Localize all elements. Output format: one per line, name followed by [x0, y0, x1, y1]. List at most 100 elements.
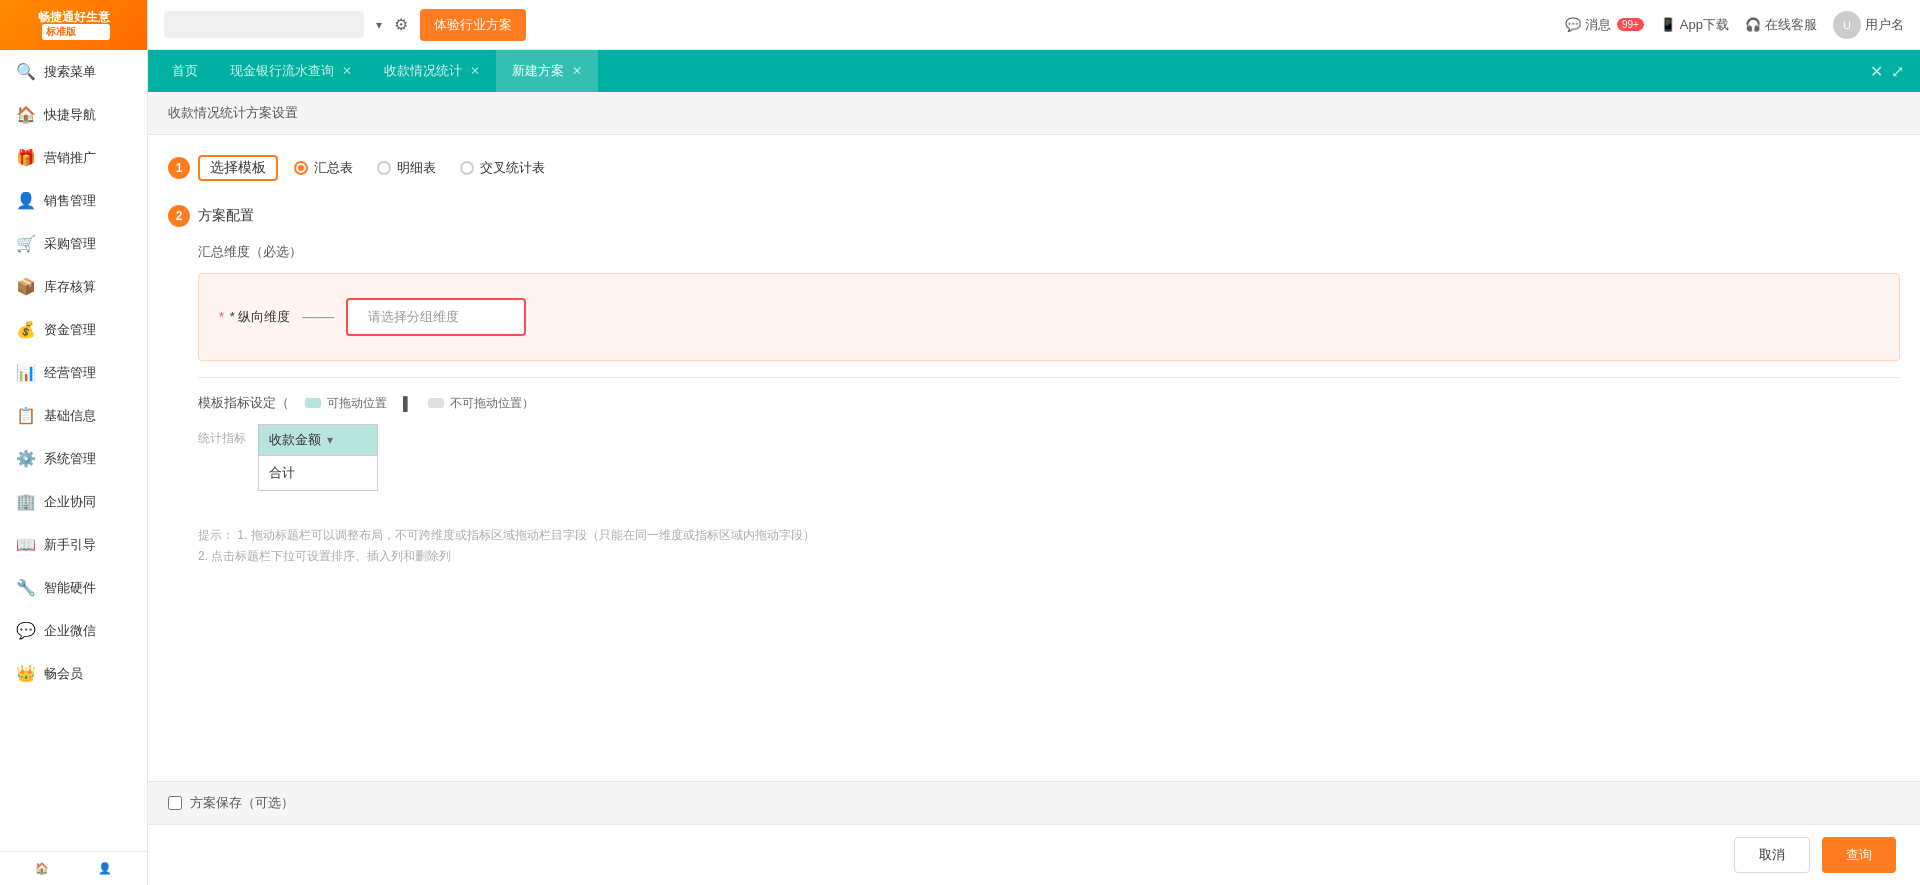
sidebar-item-inventory[interactable]: 📦 库存核算 — [0, 265, 147, 308]
step1-circle: 1 — [168, 157, 190, 179]
dimension-row: * * 纵向维度 —— 请选择分组维度 — [219, 298, 1879, 336]
sidebar-item-member[interactable]: 👑 畅会员 — [0, 652, 147, 695]
settings-icon[interactable]: ⚙ — [394, 15, 408, 34]
tab-new-plan[interactable]: 新建方案 ✕ — [496, 50, 598, 92]
sidebar-item-label: 销售管理 — [44, 192, 96, 210]
dimension-arrow: —— — [302, 308, 334, 326]
app-download-label: App下载 — [1680, 16, 1729, 34]
tip2: 2. 点击标题栏下拉可设置排序、插入列和删除列 — [198, 548, 1900, 565]
page-inner: 收款情况统计方案设置 1 选择模板 — [148, 92, 1920, 824]
sidebar-item-enterprise[interactable]: 🏢 企业协同 — [0, 480, 147, 523]
radio-cross[interactable]: 交叉统计表 — [460, 159, 545, 177]
sidebar-bottom-home[interactable]: 🏠 — [35, 862, 49, 875]
tab-cash-flow[interactable]: 现金银行流水查询 ✕ — [214, 50, 368, 92]
step1-label: 选择模板 — [210, 159, 266, 175]
step1-section: 1 选择模板 汇总表 — [168, 155, 1900, 181]
sidebar-item-search-menu[interactable]: 🔍 搜索菜单 — [0, 50, 147, 93]
search-menu-icon: 🔍 — [16, 62, 36, 81]
page-header: 收款情况统计方案设置 — [148, 92, 1920, 135]
sidebar-item-label: 资金管理 — [44, 321, 96, 339]
tab-new-plan-label: 新建方案 — [512, 62, 564, 80]
query-button[interactable]: 查询 — [1822, 837, 1896, 873]
sidebar-item-hardware[interactable]: 🔧 智能硬件 — [0, 566, 147, 609]
indicators-label: 模板指标设定（ 可拖动位置 ▌ 不可拖动位置） — [198, 394, 1900, 412]
money-icon: 💰 — [16, 320, 36, 339]
radio-summary[interactable]: 汇总表 — [294, 159, 353, 177]
main-area: ▾ ⚙ 体验行业方案 💬 消息 99+ 📱 App下载 🎧 在线客服 U 用户名 — [148, 0, 1920, 885]
radio-detail[interactable]: 明细表 — [377, 159, 436, 177]
stats-table: 收款金额 ▾ 合计 — [258, 424, 378, 491]
sidebar-item-purchase[interactable]: 🛒 采购管理 — [0, 222, 147, 265]
topbar: ▾ ⚙ 体验行业方案 💬 消息 99+ 📱 App下载 🎧 在线客服 U 用户名 — [148, 0, 1920, 50]
dimension-row-label: * * 纵向维度 — [219, 308, 290, 326]
required-asterisk: * — [219, 309, 224, 324]
step1-title: 1 选择模板 汇总表 — [168, 155, 1900, 181]
sidebar-item-quick-nav[interactable]: 🏠 快捷导航 — [0, 93, 147, 136]
sidebar-item-sales[interactable]: 👤 销售管理 — [0, 179, 147, 222]
notification-badge: 99+ — [1617, 18, 1644, 31]
save-plan-checkbox[interactable] — [168, 796, 182, 810]
sidebar-item-marketing[interactable]: 🎁 营销推广 — [0, 136, 147, 179]
sidebar-item-guide[interactable]: 📖 新手引导 — [0, 523, 147, 566]
notification-item[interactable]: 💬 消息 99+ — [1565, 16, 1644, 34]
page-footer: 方案保存（可选） — [148, 781, 1920, 824]
sidebar-item-label: 畅会员 — [44, 665, 83, 683]
app-download-item[interactable]: 📱 App下载 — [1660, 16, 1729, 34]
tabbar: 首页 现金银行流水查询 ✕ 收款情况统计 ✕ 新建方案 ✕ ✕ ⤢ — [148, 50, 1920, 92]
close-window-icon[interactable]: ✕ — [1870, 62, 1883, 81]
list-icon: 📋 — [16, 406, 36, 425]
radio-cross-label: 交叉统计表 — [480, 159, 545, 177]
dimension-select[interactable]: 请选择分组维度 — [346, 298, 526, 336]
topbar-right: 💬 消息 99+ 📱 App下载 🎧 在线客服 U 用户名 — [1565, 11, 1904, 39]
sidebar-bottom: 🏠 👤 — [0, 851, 147, 885]
template-radio-group: 汇总表 明细表 交叉统计表 — [294, 159, 545, 177]
topbar-dropdown[interactable]: ▾ — [376, 18, 382, 32]
trial-btn[interactable]: 体验行业方案 — [420, 9, 526, 41]
page-body: 1 选择模板 汇总表 — [148, 135, 1920, 781]
stats-column-dropdown-icon[interactable]: ▾ — [327, 433, 333, 447]
logo-text: 畅捷通好生意 — [38, 10, 110, 24]
sidebar-item-label: 营销推广 — [44, 149, 96, 167]
sidebar-item-label: 库存核算 — [44, 278, 96, 296]
user-info[interactable]: U 用户名 — [1833, 11, 1904, 39]
sidebar-item-operations[interactable]: 📊 经营管理 — [0, 351, 147, 394]
tab-collection-stat[interactable]: 收款情况统计 ✕ — [368, 50, 496, 92]
sidebar-item-label: 经营管理 — [44, 364, 96, 382]
dimension-select-placeholder: 请选择分组维度 — [368, 309, 459, 324]
sidebar-item-system[interactable]: ⚙️ 系统管理 — [0, 437, 147, 480]
step2-section: 2 方案配置 汇总维度（必选） * * 纵向维度 —— — [168, 205, 1900, 581]
cancel-button[interactable]: 取消 — [1734, 837, 1810, 873]
legend-draggable-label: 可拖动位置 — [327, 395, 387, 412]
sidebar-item-label: 基础信息 — [44, 407, 96, 425]
user-avatar: U — [1833, 11, 1861, 39]
stats-group-label: 统计指标 — [198, 431, 246, 445]
cart-icon: 🛒 — [16, 234, 36, 253]
draggable-color-dot — [305, 398, 321, 408]
tab-cash-flow-close[interactable]: ✕ — [342, 64, 352, 78]
indicators-section: 模板指标设定（ 可拖动位置 ▌ 不可拖动位置） — [198, 377, 1900, 491]
save-plan-label: 方案保存（可选） — [190, 794, 294, 812]
search-input[interactable] — [164, 11, 364, 38]
sidebar: 畅捷通好生意 标准版 🔍 搜索菜单 🏠 快捷导航 🎁 营销推广 👤 销售管理 🛒… — [0, 0, 148, 885]
wrench-icon: 🔧 — [16, 578, 36, 597]
tab-new-plan-close[interactable]: ✕ — [572, 64, 582, 78]
sidebar-item-wechat[interactable]: 💬 企业微信 — [0, 609, 147, 652]
online-service-item[interactable]: 🎧 在线客服 — [1745, 16, 1817, 34]
sidebar-item-basic-info[interactable]: 📋 基础信息 — [0, 394, 147, 437]
username: 用户名 — [1865, 16, 1904, 34]
legend-non-draggable: 不可拖动位置） — [428, 395, 534, 412]
headset-icon: 🎧 — [1745, 17, 1761, 32]
gear-icon: ⚙️ — [16, 449, 36, 468]
tab-collection-stat-close[interactable]: ✕ — [470, 64, 480, 78]
sidebar-bottom-user[interactable]: 👤 — [98, 862, 112, 875]
radio-summary-label: 汇总表 — [314, 159, 353, 177]
sidebar-item-label: 企业微信 — [44, 622, 96, 640]
tab-home[interactable]: 首页 — [156, 50, 214, 92]
sidebar-item-finance[interactable]: 💰 资金管理 — [0, 308, 147, 351]
expand-icon[interactable]: ⤢ — [1891, 62, 1904, 81]
dropdown-arrow-icon: ▾ — [376, 18, 382, 32]
step2-circle: 2 — [168, 205, 190, 227]
stats-cell-total: 合计 — [258, 455, 378, 491]
box-icon: 📦 — [16, 277, 36, 296]
chat-icon: 💬 — [16, 621, 36, 640]
